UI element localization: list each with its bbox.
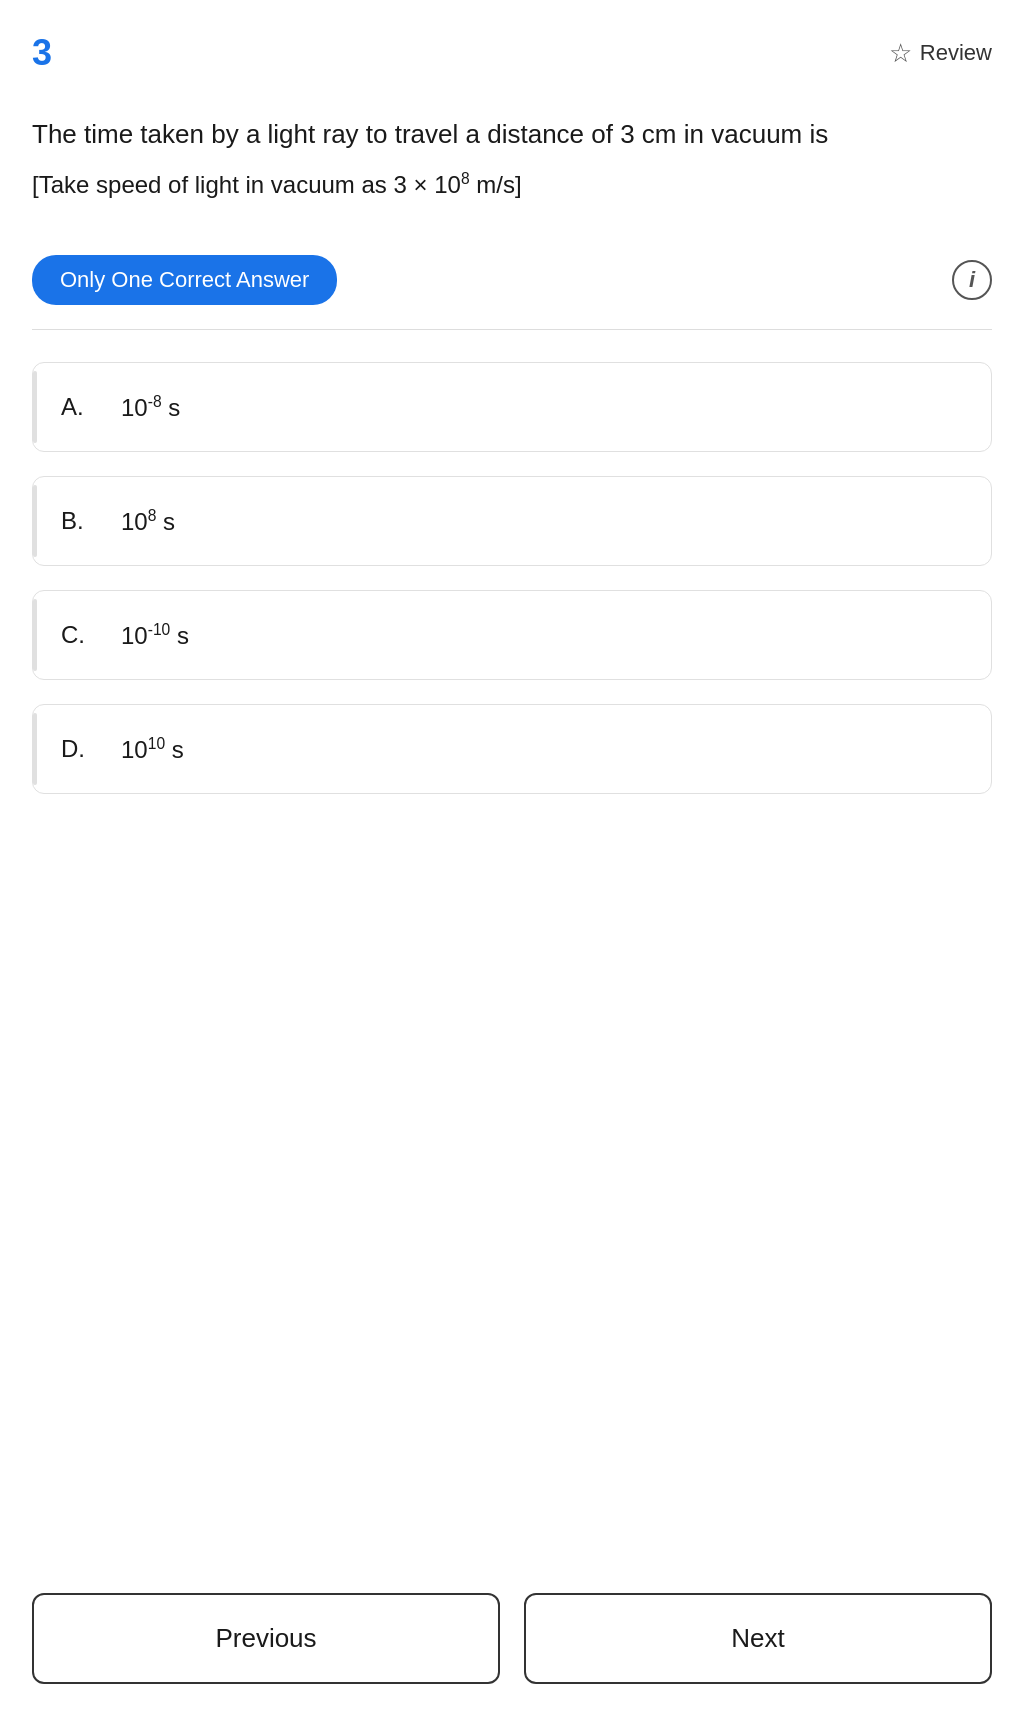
option-b-label: B. <box>61 507 121 535</box>
review-button[interactable]: ☆ Review <box>889 38 992 69</box>
option-d[interactable]: D. 1010 s <box>32 704 992 794</box>
option-c[interactable]: C. 10-10 s <box>32 590 992 680</box>
options-container: A. 10-8 s B. 108 s C. 10-10 s D. 1010 s <box>0 338 1024 1561</box>
option-d-text: 1010 s <box>121 735 184 764</box>
question-number: 3 <box>32 32 52 74</box>
question-main-text: The time taken by a light ray to travel … <box>32 114 992 154</box>
hint-suffix: m/s] <box>470 171 522 198</box>
option-c-text: 10-10 s <box>121 621 189 650</box>
option-b[interactable]: B. 108 s <box>32 476 992 566</box>
option-a[interactable]: A. 10-8 s <box>32 362 992 452</box>
option-a-label: A. <box>61 393 121 421</box>
question-body: The time taken by a light ray to travel … <box>0 98 1024 227</box>
next-button[interactable]: Next <box>524 1593 992 1684</box>
footer-buttons: Previous Next <box>0 1561 1024 1732</box>
option-c-label: C. <box>61 621 121 649</box>
hint-prefix: [Take speed of light in vacuum as 3 × 10 <box>32 171 461 198</box>
option-b-text: 108 s <box>121 507 175 536</box>
answer-type-badge[interactable]: Only One Correct Answer <box>32 255 337 305</box>
divider <box>32 329 992 330</box>
page-container: 3 ☆ Review The time taken by a light ray… <box>0 0 1024 1732</box>
answer-type-row: Only One Correct Answer i <box>0 235 1024 321</box>
option-d-label: D. <box>61 735 121 763</box>
header: 3 ☆ Review <box>0 0 1024 98</box>
option-a-text: 10-8 s <box>121 393 180 422</box>
info-icon[interactable]: i <box>952 260 992 300</box>
star-icon: ☆ <box>889 38 912 69</box>
hint-exp: 8 <box>461 170 470 187</box>
question-hint: [Take speed of light in vacuum as 3 × 10… <box>32 166 992 203</box>
previous-button[interactable]: Previous <box>32 1593 500 1684</box>
review-label: Review <box>920 40 992 66</box>
